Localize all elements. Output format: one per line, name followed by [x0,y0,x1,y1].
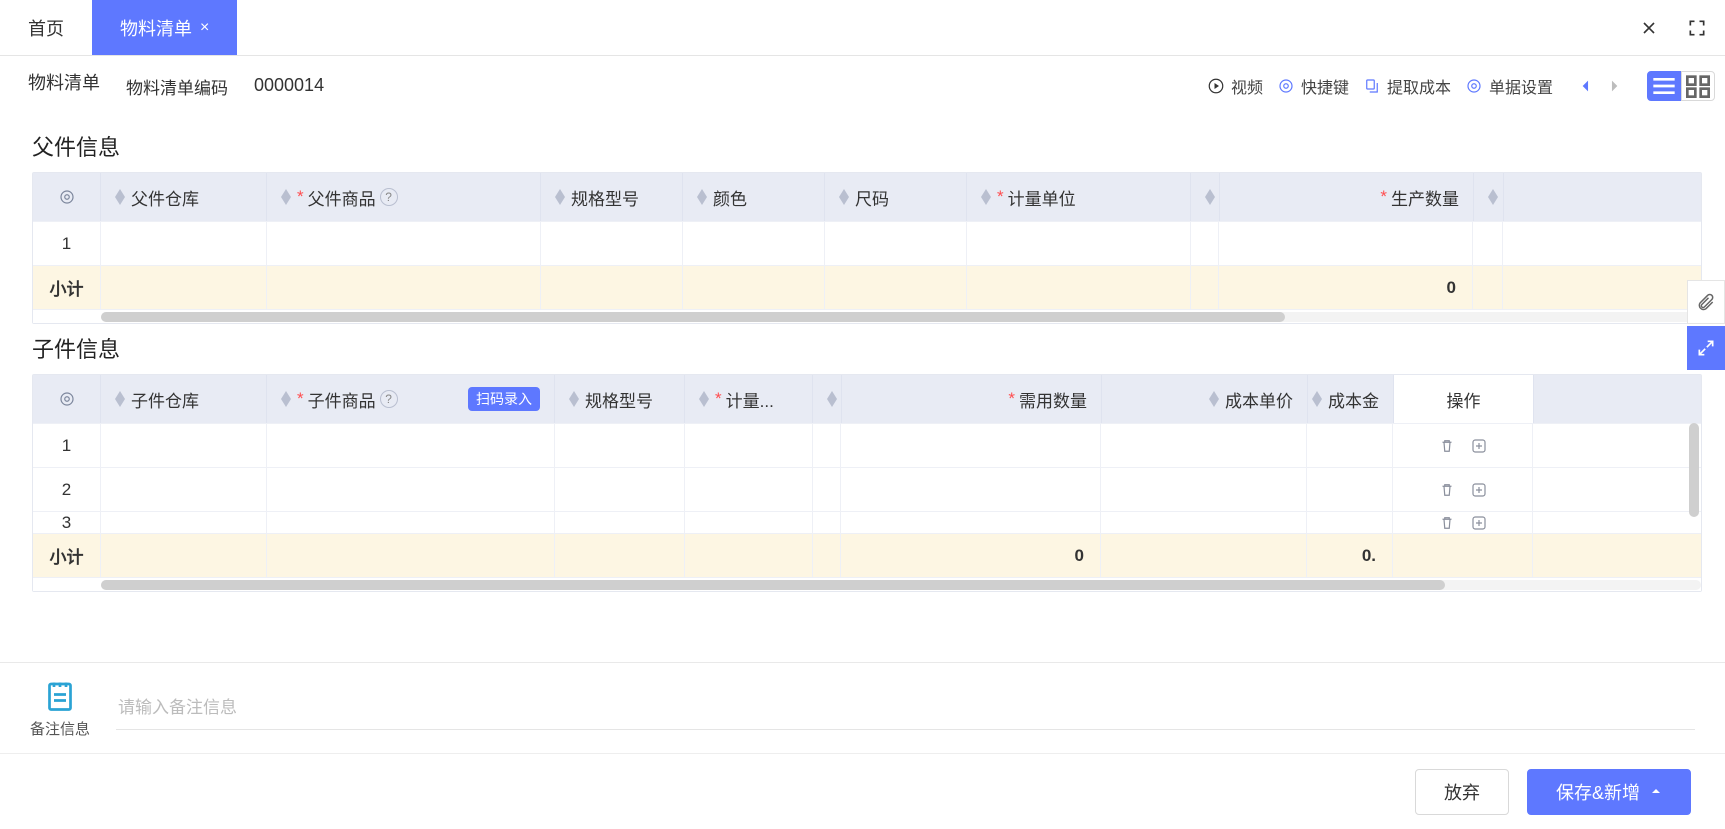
parent-subtotal-qty: 0 [1219,266,1473,309]
tab-bom-label: 物料清单 [120,15,192,41]
code-label: 物料清单编码 [126,74,228,99]
delete-icon[interactable] [1438,437,1456,455]
tab-home[interactable]: 首页 [0,0,92,55]
parent-section-title: 父件信息 [32,130,1693,162]
tab-bom[interactable]: 物料清单 × [92,0,237,55]
child-col-product[interactable]: *子件商品?扫码录入 [267,375,555,423]
child-col-extra-sort[interactable] [813,375,842,423]
expand-icon[interactable] [1687,326,1725,370]
parent-col-extra-sort[interactable] [1191,173,1220,221]
add-icon[interactable] [1470,437,1488,455]
child-row[interactable]: 1 [33,423,1701,467]
parent-subtotal-label: 小计 [33,266,101,309]
parent-col-product[interactable]: *父件商品? [267,173,541,221]
child-grid: 子件仓库 *子件商品?扫码录入 规格型号 *计量... *需用数量 成本单价 成… [32,374,1702,592]
breadcrumb-title: 物料清单 [10,63,118,101]
delete-icon[interactable] [1438,481,1456,499]
child-col-qty[interactable]: *需用数量 [842,375,1102,423]
parent-col-color[interactable]: 颜色 [683,173,825,221]
attachment-icon[interactable] [1687,280,1725,324]
child-row[interactable]: 3 [33,511,1701,533]
child-col-spec[interactable]: 规格型号 [555,375,685,423]
doc-settings-label: 单据设置 [1489,74,1553,98]
save-add-button[interactable]: 保存&新增 [1527,769,1691,815]
remarks-icon: 备注信息 [30,678,90,739]
parent-col-settings[interactable] [33,173,101,221]
parent-rownum: 1 [33,222,101,265]
child-col-uom[interactable]: *计量... [685,375,813,423]
parent-col-qty[interactable]: *生产数量 [1220,173,1474,221]
parent-col-warehouse[interactable]: 父件仓库 [101,173,267,221]
child-row[interactable]: 2 [33,467,1701,511]
discard-button[interactable]: 放弃 [1415,769,1509,815]
next-record-button[interactable] [1601,73,1627,99]
prev-record-button[interactable] [1573,73,1599,99]
close-all-icon[interactable] [1631,10,1667,46]
child-col-price[interactable]: 成本单价 [1102,375,1308,423]
scan-entry-badge[interactable]: 扫码录入 [468,387,540,411]
child-h-scrollbar[interactable] [33,577,1701,591]
remarks-section: 备注信息 [0,663,1725,753]
remarks-label: 备注信息 [30,718,90,739]
fullscreen-icon[interactable] [1679,10,1715,46]
parent-col-last[interactable] [1474,173,1504,221]
child-subtotal-amount: 0. [1307,534,1393,577]
child-col-warehouse[interactable]: 子件仓库 [101,375,267,423]
child-col-op: 操作 [1394,375,1534,423]
child-v-scrollbar[interactable] [1689,423,1699,517]
add-icon[interactable] [1470,481,1488,499]
page-header: 物料清单 物料清单编码 0000014 视频 快捷键 提取成本 单据设置 [0,56,1725,116]
view-card-button[interactable] [1681,71,1715,101]
video-label: 视频 [1231,74,1263,98]
add-icon[interactable] [1470,514,1488,532]
child-section-title: 子件信息 [32,332,1693,364]
parent-h-scrollbar[interactable] [33,309,1701,323]
right-rail [1687,280,1725,370]
tab-home-label: 首页 [28,15,64,41]
parent-grid: 父件仓库 *父件商品? 规格型号 颜色 尺码 *计量单位 *生产数量 1 小计 … [32,172,1702,324]
shortcut-label: 快捷键 [1301,74,1349,98]
child-subtotal-row: 小计 0 0. [33,533,1701,577]
doc-settings-button[interactable]: 单据设置 [1465,74,1553,98]
video-button[interactable]: 视频 [1207,74,1263,98]
child-col-settings[interactable] [33,375,101,423]
remarks-input[interactable] [116,686,1695,730]
view-list-button[interactable] [1647,71,1681,101]
tab-bar: 首页 物料清单 × [0,0,1725,56]
child-subtotal-qty: 0 [841,534,1101,577]
extract-cost-button[interactable]: 提取成本 [1363,74,1451,98]
parent-subtotal-row: 小计 0 [33,265,1701,309]
help-icon[interactable]: ? [380,188,398,206]
delete-icon[interactable] [1438,514,1456,532]
close-icon[interactable]: × [200,19,209,37]
parent-col-uom[interactable]: *计量单位 [967,173,1191,221]
footer-bar: 放弃 保存&新增 [0,753,1725,829]
code-value[interactable]: 0000014 [242,71,362,101]
extract-cost-label: 提取成本 [1387,74,1451,98]
chevron-up-icon [1650,781,1662,802]
shortcut-button[interactable]: 快捷键 [1277,74,1349,98]
parent-row[interactable]: 1 [33,221,1701,265]
child-col-amount[interactable]: 成本金 [1308,375,1394,423]
parent-col-size[interactable]: 尺码 [825,173,967,221]
help-icon[interactable]: ? [380,390,398,408]
parent-col-spec[interactable]: 规格型号 [541,173,683,221]
